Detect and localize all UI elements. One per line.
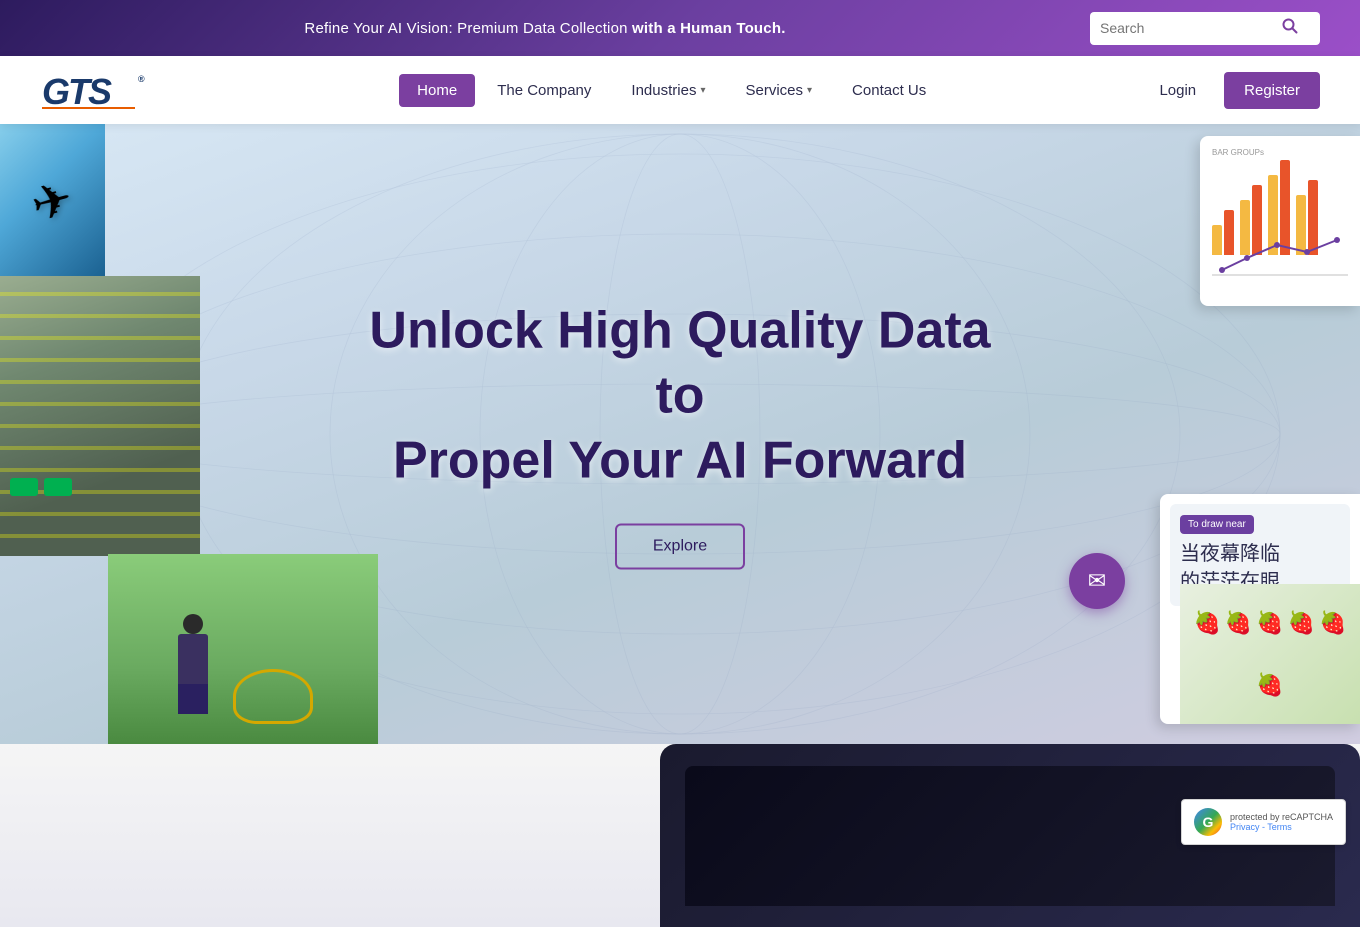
header: GTS ® Home The Company Industries ▾ Serv… [0, 56, 1360, 124]
auth-buttons: Login Register [1143, 72, 1320, 109]
svg-text:GTS: GTS [42, 71, 112, 112]
hero-image-airplane: ✈ [0, 124, 105, 279]
search-button[interactable] [1280, 18, 1300, 39]
nav-item-contact-us[interactable]: Contact Us [834, 74, 944, 107]
person-dog-scene [108, 554, 378, 744]
strawberry-icon: 🍓 [1319, 610, 1346, 636]
hero-content: Unlock High Quality Data to Propel Your … [340, 299, 1020, 570]
search-box[interactable] [1090, 12, 1320, 45]
strawberry-icon: 🍓 [1193, 610, 1220, 636]
recaptcha-logo: G [1194, 808, 1222, 836]
hero-translation-card: To draw near 当夜幕降临的茫茫在眼 🍓 🍓 🍓 🍓 🍓 🍓 [1160, 494, 1360, 724]
strawberry-icon: 🍓 [1225, 610, 1252, 636]
strawberry-area: 🍓 🍓 🍓 🍓 🍓 🍓 [1180, 584, 1360, 724]
nav-item-the-company[interactable]: The Company [479, 74, 609, 107]
chart-title: BAR GROUPs [1212, 148, 1348, 157]
svg-text:®: ® [138, 74, 145, 84]
industries-chevron: ▾ [700, 85, 705, 96]
nav-item-home[interactable]: Home [399, 74, 475, 107]
person-silhouette [168, 614, 218, 714]
search-input[interactable] [1100, 20, 1280, 36]
person-legs [178, 684, 208, 714]
login-button[interactable]: Login [1143, 74, 1212, 107]
register-button[interactable]: Register [1224, 72, 1320, 109]
bus-2 [44, 478, 72, 496]
translation-english: To draw near [1180, 515, 1254, 534]
strawberry-icon: 🍓 [1288, 610, 1315, 636]
dog-outline [233, 669, 313, 724]
chat-icon: ✉ [1088, 568, 1106, 594]
person-head [183, 614, 203, 634]
hero-section: ✈ BAR GROUPs [0, 124, 1360, 744]
chart-line-overlay [1212, 230, 1348, 280]
strawberry-icon: 🍓 [1256, 672, 1283, 698]
bus-shapes [10, 478, 72, 496]
banner-regular: Refine Your AI Vision: Premium Data Coll… [304, 20, 632, 37]
hero-title: Unlock High Quality Data to Propel Your … [340, 299, 1020, 494]
top-banner: Refine Your AI Vision: Premium Data Coll… [0, 0, 1360, 56]
nav-item-industries[interactable]: Industries ▾ [613, 74, 723, 107]
explore-button[interactable]: Explore [615, 524, 745, 570]
banner-text: Refine Your AI Vision: Premium Data Coll… [0, 20, 1090, 37]
hero-image-traffic [0, 276, 200, 556]
logo[interactable]: GTS ® [40, 68, 160, 112]
recaptcha-badge: G protected by reCAPTCHA Privacy - Terms [1181, 799, 1346, 845]
airplane-icon: ✈ [26, 169, 79, 234]
person-body [178, 634, 208, 684]
hero-chart-card: BAR GROUPs [1200, 136, 1360, 306]
bus-1 [10, 478, 38, 496]
recaptcha-text: protected by reCAPTCHA Privacy - Terms [1230, 812, 1333, 832]
strawberry-icon: 🍓 [1256, 610, 1283, 636]
main-nav: Home The Company Industries ▾ Services ▾… [200, 74, 1143, 107]
nav-item-services[interactable]: Services ▾ [727, 74, 830, 107]
road-pattern [0, 276, 200, 556]
bottom-section [0, 744, 1360, 927]
hero-image-person-dog [108, 554, 378, 744]
chat-float-button[interactable]: ✉ [1069, 553, 1125, 609]
banner-bold: with a Human Touch. [632, 20, 786, 37]
services-chevron: ▾ [807, 85, 812, 96]
